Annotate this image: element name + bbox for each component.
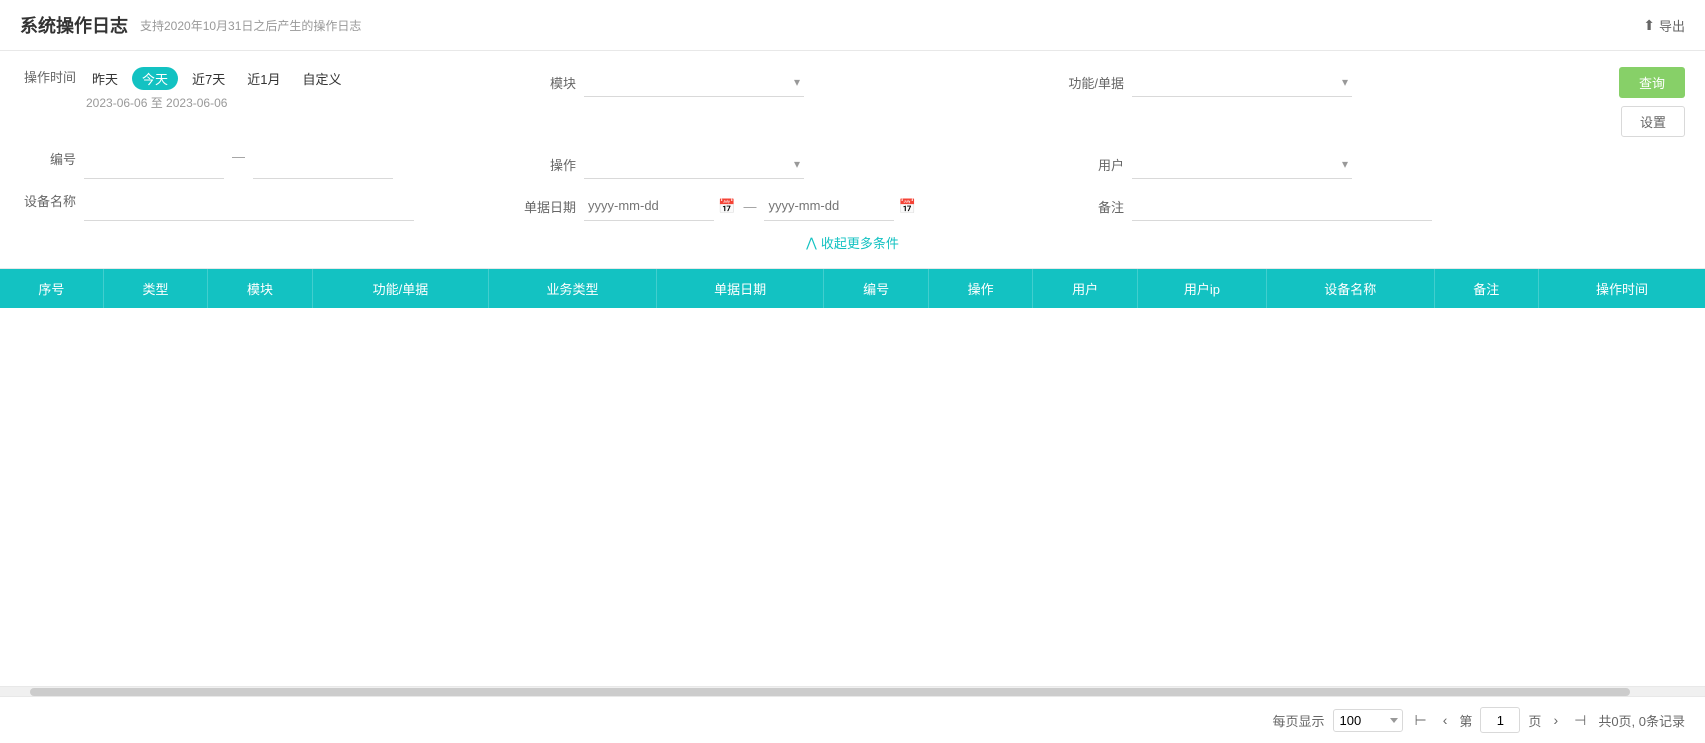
- next-page-button[interactable]: ›: [1549, 711, 1562, 729]
- code-input-end[interactable]: [253, 149, 393, 179]
- time-buttons: 昨天 今天 近7天 近1月 自定义: [84, 67, 350, 90]
- col-remark: 备注: [1434, 269, 1538, 308]
- remark-filter-col: 备注: [1060, 191, 1685, 221]
- col-device: 设备名称: [1266, 269, 1434, 308]
- time-btn-custom[interactable]: 自定义: [295, 67, 350, 90]
- module-filter-col: 模块 ▾: [520, 67, 1020, 97]
- empty-state: [0, 308, 1705, 648]
- per-page-select[interactable]: 10 20 50 100 200: [1333, 709, 1403, 732]
- time-range-display: 2023-06-06 至 2023-06-06: [86, 94, 350, 111]
- page-header: 系统操作日志 支持2020年10月31日之后产生的操作日志 ⬆ 导出: [0, 0, 1705, 51]
- doc-date-filter-col: 单据日期 📅 — 📅: [520, 191, 1020, 221]
- doc-date-start-input[interactable]: [584, 191, 714, 221]
- collapse-up-icon: ⋀: [806, 235, 817, 251]
- filter-row-3: 设备名称 单据日期 📅 — 📅 备注: [20, 191, 1685, 221]
- module-select[interactable]: [584, 67, 804, 97]
- operation-select-wrapper: ▾: [584, 149, 804, 179]
- export-icon: ⬆: [1643, 17, 1655, 34]
- code-separator: —: [232, 149, 245, 164]
- col-op-time: 操作时间: [1539, 269, 1705, 308]
- doc-date-start-wrapper: 📅: [584, 191, 735, 221]
- code-filter-col: 编号 —: [20, 149, 480, 179]
- export-label: 导出: [1659, 16, 1685, 35]
- col-user: 用户: [1033, 269, 1137, 308]
- page-title: 系统操作日志: [20, 12, 128, 38]
- code-input-start[interactable]: [84, 149, 224, 179]
- total-info: 共0页, 0条记录: [1598, 711, 1685, 730]
- page-header-left: 系统操作日志 支持2020年10月31日之后产生的操作日志: [20, 12, 361, 38]
- doc-date-end-input[interactable]: [764, 191, 894, 221]
- action-buttons-col: 查询 设置: [1619, 67, 1685, 137]
- time-filter-group: 昨天 今天 近7天 近1月 自定义 2023-06-06 至 2023-06-0…: [84, 67, 350, 111]
- col-operation: 操作: [928, 269, 1032, 308]
- calendar-end-icon[interactable]: 📅: [898, 198, 915, 215]
- collapse-button[interactable]: ⋀ 收起更多条件: [806, 233, 899, 252]
- first-page-button[interactable]: ⊢: [1411, 711, 1431, 729]
- page-suffix-label: 页: [1528, 711, 1541, 730]
- pagination-bar: 每页显示 10 20 50 100 200 ⊢ ‹ 第 页 › ⊣ 共0页, 0…: [0, 696, 1705, 743]
- col-seq: 序号: [0, 269, 103, 308]
- func-label: 功能/单据: [1060, 73, 1124, 92]
- table-container: 序号 类型 模块 功能/单据 业务类型 单据日期 编号 操作 用户 用户ip 设…: [0, 269, 1705, 686]
- time-btn-1month[interactable]: 近1月: [239, 67, 288, 90]
- table-header: 序号 类型 模块 功能/单据 业务类型 单据日期 编号 操作 用户 用户ip 设…: [0, 269, 1705, 308]
- page-number-input[interactable]: [1480, 707, 1520, 733]
- remark-label: 备注: [1060, 197, 1124, 216]
- col-func: 功能/单据: [312, 269, 488, 308]
- collapse-row: ⋀ 收起更多条件: [20, 233, 1685, 252]
- operation-filter-col: 操作 ▾: [520, 149, 1020, 179]
- func-select[interactable]: [1132, 67, 1352, 97]
- last-page-button[interactable]: ⊣: [1570, 711, 1590, 729]
- time-btn-today[interactable]: 今天: [132, 67, 178, 90]
- user-select[interactable]: [1132, 149, 1352, 179]
- operation-select[interactable]: [584, 149, 804, 179]
- table-header-row: 序号 类型 模块 功能/单据 业务类型 单据日期 编号 操作 用户 用户ip 设…: [0, 269, 1705, 308]
- device-input[interactable]: [84, 191, 414, 221]
- func-select-wrapper: ▾: [1132, 67, 1352, 97]
- filter-row-1: 操作时间 昨天 今天 近7天 近1月 自定义 2023-06-06 至 2023…: [20, 67, 1685, 137]
- operation-label: 操作: [520, 155, 576, 174]
- col-code: 编号: [824, 269, 928, 308]
- scrollbar-thumb[interactable]: [30, 688, 1630, 696]
- device-filter-col: 设备名称: [20, 191, 480, 221]
- time-label: 操作时间: [20, 67, 76, 86]
- time-filter-col: 操作时间 昨天 今天 近7天 近1月 自定义 2023-06-06 至 2023…: [20, 67, 480, 111]
- user-filter-col: 用户 ▾: [1060, 149, 1685, 179]
- data-table: 序号 类型 模块 功能/单据 业务类型 单据日期 编号 操作 用户 用户ip 设…: [0, 269, 1705, 308]
- filter-area: 操作时间 昨天 今天 近7天 近1月 自定义 2023-06-06 至 2023…: [0, 51, 1705, 269]
- page-prefix-label: 第: [1459, 711, 1472, 730]
- prev-page-button[interactable]: ‹: [1439, 711, 1452, 729]
- doc-date-end-wrapper: 📅: [764, 191, 915, 221]
- horizontal-scrollbar[interactable]: [0, 686, 1705, 696]
- doc-date-separator: —: [743, 199, 756, 214]
- calendar-start-icon[interactable]: 📅: [718, 198, 735, 215]
- func-filter-col: 功能/单据 ▾: [1060, 67, 1619, 97]
- remark-input[interactable]: [1132, 191, 1432, 221]
- col-module: 模块: [208, 269, 312, 308]
- module-label: 模块: [520, 73, 576, 92]
- col-biz-type: 业务类型: [489, 269, 657, 308]
- export-button[interactable]: ⬆ 导出: [1643, 16, 1685, 35]
- col-doc-date: 单据日期: [656, 269, 824, 308]
- page-subtitle: 支持2020年10月31日之后产生的操作日志: [140, 17, 361, 34]
- settings-button[interactable]: 设置: [1621, 106, 1685, 137]
- device-label: 设备名称: [20, 191, 76, 210]
- query-button[interactable]: 查询: [1619, 67, 1685, 98]
- time-btn-7days[interactable]: 近7天: [184, 67, 233, 90]
- code-label: 编号: [20, 149, 76, 168]
- user-select-wrapper: ▾: [1132, 149, 1352, 179]
- module-select-wrapper: ▾: [584, 67, 804, 97]
- user-label: 用户: [1060, 155, 1124, 174]
- doc-date-label: 单据日期: [520, 197, 576, 216]
- col-user-ip: 用户ip: [1137, 269, 1266, 308]
- collapse-label: 收起更多条件: [821, 233, 899, 252]
- time-btn-yesterday[interactable]: 昨天: [84, 67, 126, 90]
- per-page-label: 每页显示: [1273, 711, 1325, 730]
- col-type: 类型: [103, 269, 207, 308]
- filter-row-2: 编号 — 操作 ▾ 用户: [20, 149, 1685, 179]
